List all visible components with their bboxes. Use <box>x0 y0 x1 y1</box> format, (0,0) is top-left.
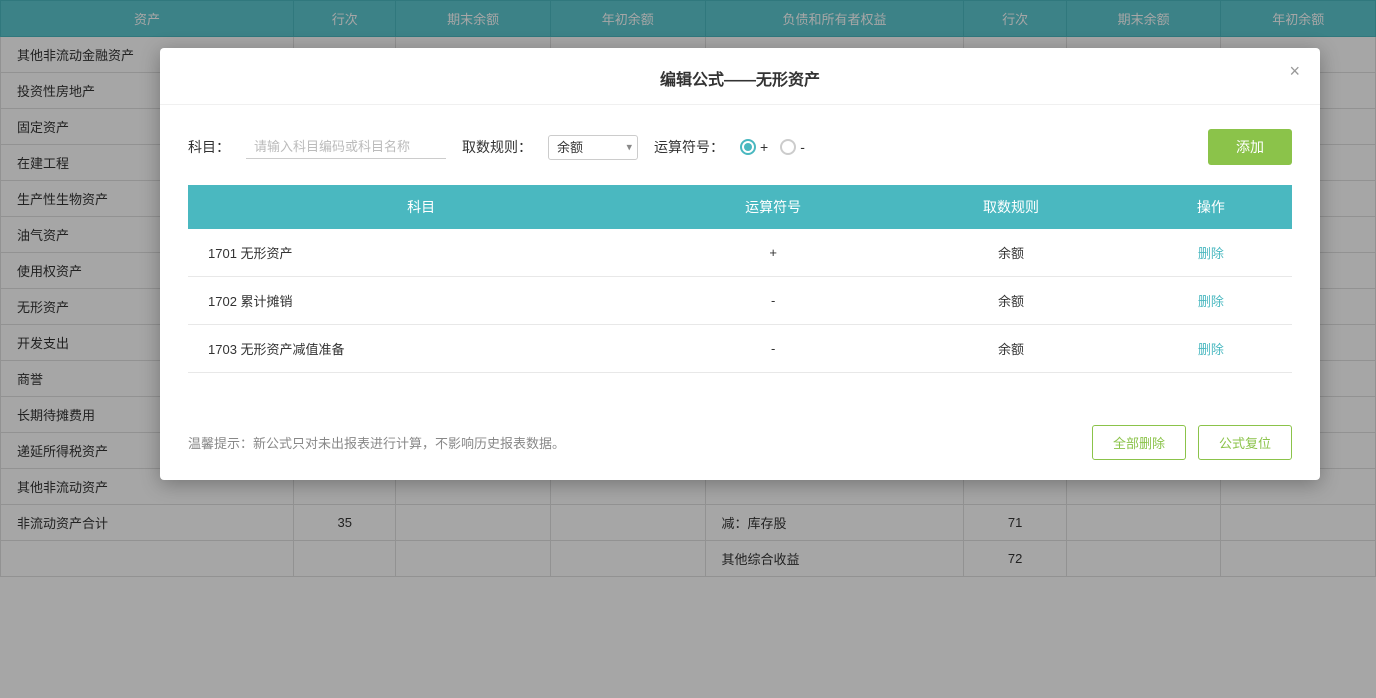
th-subject: 科目 <box>188 185 654 229</box>
footer-buttons: 全部删除 公式复位 <box>1092 425 1292 460</box>
formula-row-1: 1702 累计摊销 - 余额 删除 <box>188 277 1292 325</box>
th-rule: 取数规则 <box>892 185 1130 229</box>
add-button[interactable]: 添加 <box>1208 129 1292 165</box>
formula-table: 科目 运算符号 取数规则 操作 1701 无形资产 + 余额 删除 1702 累… <box>188 185 1292 373</box>
formula-action-2: 删除 <box>1130 325 1292 373</box>
rule-label: 取数规则： <box>462 137 532 157</box>
formula-form: 科目： 取数规则： 余额 运算符号： + - 添加 <box>188 129 1292 165</box>
reset-button[interactable]: 公式复位 <box>1198 425 1292 460</box>
formula-rule-0: 余额 <box>892 229 1130 277</box>
formula-row-0: 1701 无形资产 + 余额 删除 <box>188 229 1292 277</box>
formula-operator-0: + <box>654 229 892 277</box>
table-header-row: 科目 运算符号 取数规则 操作 <box>188 185 1292 229</box>
operator-radio-group: + - <box>740 139 805 155</box>
delete-all-button[interactable]: 全部删除 <box>1092 425 1186 460</box>
radio-plus-label: + <box>760 139 768 155</box>
formula-operator-2: - <box>654 325 892 373</box>
modal-header: 编辑公式——无形资产 × <box>160 48 1320 105</box>
formula-rule-2: 余额 <box>892 325 1130 373</box>
radio-plus[interactable]: + <box>740 139 768 155</box>
formula-action-1: 删除 <box>1130 277 1292 325</box>
delete-button-2[interactable]: 删除 <box>1198 342 1224 357</box>
delete-button-1[interactable]: 删除 <box>1198 294 1224 309</box>
modal-footer: 温馨提示：新公式只对未出报表进行计算，不影响历史报表数据。 全部删除 公式复位 <box>160 413 1320 480</box>
th-operator: 运算符号 <box>654 185 892 229</box>
subject-input[interactable] <box>246 135 446 159</box>
footer-hint: 温馨提示：新公式只对未出报表进行计算，不影响历史报表数据。 <box>188 433 565 452</box>
close-button[interactable]: × <box>1289 62 1300 80</box>
formula-row-2: 1703 无形资产减值准备 - 余额 删除 <box>188 325 1292 373</box>
radio-minus-circle <box>780 139 796 155</box>
radio-minus-label: - <box>800 139 805 155</box>
edit-formula-modal: 编辑公式——无形资产 × 科目： 取数规则： 余额 运算符号： + <box>160 48 1320 480</box>
formula-operator-1: - <box>654 277 892 325</box>
modal-body: 科目： 取数规则： 余额 运算符号： + - 添加 <box>160 105 1320 413</box>
rule-select[interactable]: 余额 <box>548 135 638 160</box>
operator-label: 运算符号： <box>654 137 724 157</box>
th-action: 操作 <box>1130 185 1292 229</box>
formula-subject-0: 1701 无形资产 <box>188 229 654 277</box>
formula-subject-1: 1702 累计摊销 <box>188 277 654 325</box>
formula-subject-2: 1703 无形资产减值准备 <box>188 325 654 373</box>
subject-label: 科目： <box>188 137 230 157</box>
formula-action-0: 删除 <box>1130 229 1292 277</box>
formula-rule-1: 余额 <box>892 277 1130 325</box>
delete-button-0[interactable]: 删除 <box>1198 246 1224 261</box>
modal-title: 编辑公式——无形资产 <box>660 72 820 89</box>
radio-plus-circle <box>740 139 756 155</box>
rule-select-wrapper[interactable]: 余额 <box>548 135 638 160</box>
radio-minus[interactable]: - <box>780 139 805 155</box>
